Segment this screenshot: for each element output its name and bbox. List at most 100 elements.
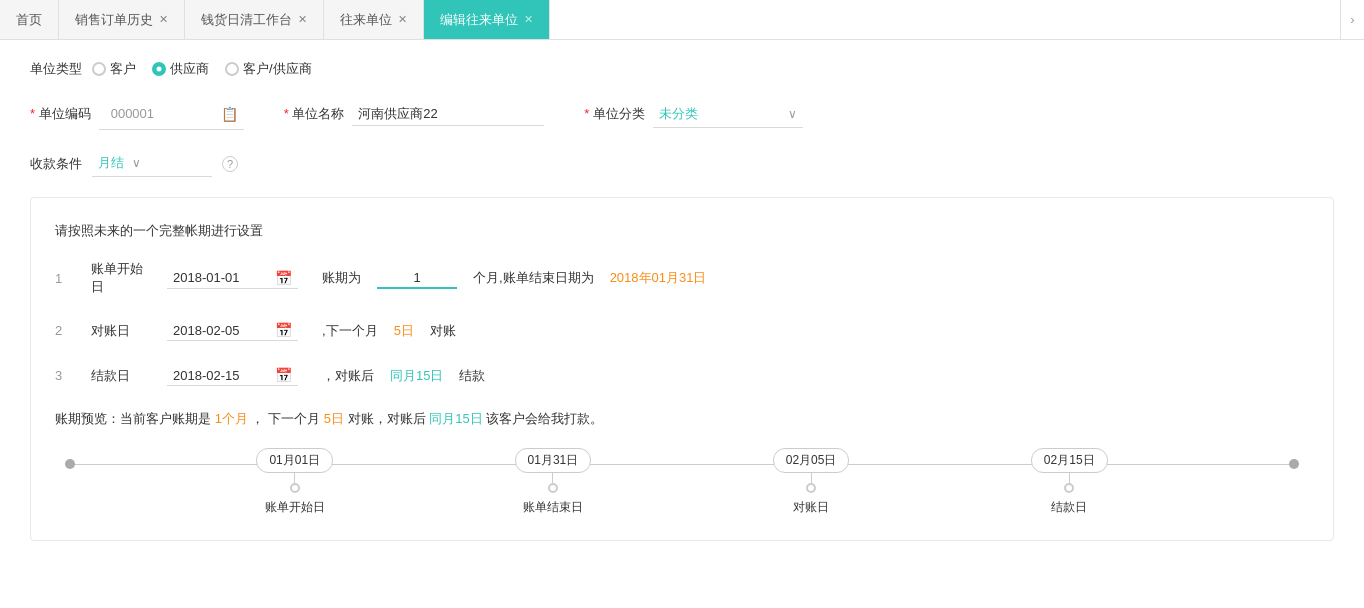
- tab-partner-label: 往来单位: [340, 11, 392, 29]
- timeline-points: 01月01日 账单开始日 01月31日 账单结束日 02月05日: [65, 448, 1299, 516]
- date-field-1[interactable]: [173, 270, 263, 285]
- row-num-2: 2: [55, 323, 75, 338]
- tab-cash-work[interactable]: 钱货日清工作台 ✕: [185, 0, 324, 39]
- row-num-3: 3: [55, 368, 75, 383]
- payment-terms-label: 收款条件: [30, 155, 82, 173]
- radio-both-label: 客户/供应商: [243, 60, 312, 78]
- preview-label: 账期预览：当前客户账期是: [55, 411, 211, 426]
- timeline-badge-2: 01月31日: [515, 448, 592, 473]
- period-unit-label: 个月,账单结束日期为: [473, 269, 594, 287]
- period-value-input[interactable]: [377, 268, 457, 289]
- tab-edit-partner[interactable]: 编辑往来单位 ✕: [424, 0, 550, 39]
- unit-code-label: 单位编码: [30, 105, 91, 123]
- radio-customer[interactable]: 客户: [92, 60, 136, 78]
- main-content: 单位类型 客户 供应商 客户/供应商 单位编码 📋 单位: [0, 40, 1364, 608]
- row-label-2: 对账日: [91, 322, 151, 340]
- timeline-label-2: 账单结束日: [523, 499, 583, 516]
- date-field-2[interactable]: [173, 323, 263, 338]
- timeline-start-dot: [65, 448, 75, 469]
- unit-name-label: 单位名称: [284, 105, 345, 123]
- radio-supplier-label: 供应商: [170, 60, 209, 78]
- unit-code-input-wrap: 📋: [99, 98, 244, 130]
- section-title: 请按照未来的一个完整帐期进行设置: [55, 222, 1309, 240]
- row-label-3: 结款日: [91, 367, 151, 385]
- unit-category-chevron-icon: ∨: [788, 107, 797, 121]
- timeline-badge-3: 02月05日: [773, 448, 850, 473]
- unit-code-icon[interactable]: 📋: [221, 106, 238, 122]
- unit-type-row: 单位类型 客户 供应商 客户/供应商: [30, 60, 1334, 78]
- unit-category-group: 单位分类 未分类 ∨: [584, 101, 803, 128]
- row-num-1: 1: [55, 271, 75, 286]
- preview-part3-highlight: 同月15日: [429, 411, 482, 426]
- payment-terms-help-icon[interactable]: ?: [222, 156, 238, 172]
- timeline-point-4: 02月15日 结款日: [1031, 448, 1108, 516]
- setting-row-3: 3 结款日 📅 ，对账后 同月15日 结款: [55, 365, 1309, 386]
- row2-suffix: ,下一个月: [322, 322, 378, 340]
- connector-4: [1069, 473, 1070, 483]
- timeline-container: 01月01日 账单开始日 01月31日 账单结束日 02月05日: [55, 448, 1309, 516]
- payment-terms-chevron-icon: ∨: [132, 156, 141, 170]
- timeline-label-4: 结款日: [1051, 499, 1087, 516]
- tab-sales-history-label: 销售订单历史: [75, 11, 153, 29]
- tab-sales-history-close[interactable]: ✕: [159, 13, 168, 26]
- tab-home[interactable]: 首页: [0, 0, 59, 39]
- unit-category-value: 未分类: [659, 105, 698, 123]
- row3-suffix: ，对账后: [322, 367, 374, 385]
- timeline-point-1: 01月01日 账单开始日: [256, 448, 333, 516]
- row2-highlight: 5日: [394, 322, 414, 340]
- date-input-2: 📅: [167, 320, 298, 341]
- timeline-label-1: 账单开始日: [265, 499, 325, 516]
- settings-section: 请按照未来的一个完整帐期进行设置 1 账单开始日 📅 账期为 个月,账单结束日期…: [30, 197, 1334, 541]
- tab-partner-close[interactable]: ✕: [398, 13, 407, 26]
- preview-part1: 1个月: [215, 411, 248, 426]
- calendar-icon-3[interactable]: 📅: [275, 367, 292, 383]
- unit-type-radio-group: 客户 供应商 客户/供应商: [92, 60, 312, 78]
- calendar-icon-1[interactable]: 📅: [275, 270, 292, 286]
- preview-part2-highlight: 5日: [324, 411, 344, 426]
- tab-more-arrow[interactable]: ›: [1340, 0, 1364, 39]
- preview-part3-end: 该客户会给我打款。: [486, 411, 603, 426]
- setting-row-1: 1 账单开始日 📅 账期为 个月,账单结束日期为 2018年01月31日: [55, 260, 1309, 296]
- radio-customer-circle: [92, 62, 106, 76]
- payment-terms-select[interactable]: 月结 ∨: [92, 150, 212, 177]
- date-field-3[interactable]: [173, 368, 263, 383]
- unit-category-label: 单位分类: [584, 105, 645, 123]
- connector-1: [294, 473, 295, 483]
- unit-name-input[interactable]: [358, 106, 538, 121]
- row3-highlight: 同月15日: [390, 367, 443, 385]
- tab-cash-work-close[interactable]: ✕: [298, 13, 307, 26]
- tabs-bar: 首页 销售订单历史 ✕ 钱货日清工作台 ✕ 往来单位 ✕ 编辑往来单位 ✕ ›: [0, 0, 1364, 40]
- unit-code-group: 单位编码 📋: [30, 98, 244, 130]
- timeline-end-dot: [1289, 448, 1299, 469]
- timeline-badge-4: 02月15日: [1031, 448, 1108, 473]
- start-dot: [65, 459, 75, 469]
- calendar-icon-2[interactable]: 📅: [275, 322, 292, 338]
- date-input-1: 📅: [167, 268, 298, 289]
- unit-code-input[interactable]: [105, 102, 215, 125]
- row2-end: 对账: [430, 322, 456, 340]
- dot-3: [806, 483, 816, 493]
- radio-supplier-circle: [152, 62, 166, 76]
- tab-sales-history[interactable]: 销售订单历史 ✕: [59, 0, 185, 39]
- date-input-3: 📅: [167, 365, 298, 386]
- payment-terms-row: 收款条件 月结 ∨ ?: [30, 150, 1334, 177]
- dot-1: [290, 483, 300, 493]
- unit-category-select[interactable]: 未分类 ∨: [653, 101, 803, 128]
- row3-end: 结款: [459, 367, 485, 385]
- tab-cash-work-label: 钱货日清工作台: [201, 11, 292, 29]
- chevron-right-icon: ›: [1350, 12, 1354, 27]
- tab-edit-partner-close[interactable]: ✕: [524, 13, 533, 26]
- preview-part2-pre: 下一个月: [268, 411, 320, 426]
- dot-4: [1064, 483, 1074, 493]
- period-suffix-label: 账期为: [322, 269, 361, 287]
- preview-part2-end: 对账，对账后: [348, 411, 430, 426]
- dot-2: [548, 483, 558, 493]
- end-dot: [1289, 459, 1299, 469]
- tab-partner[interactable]: 往来单位 ✕: [324, 0, 424, 39]
- timeline-label-3: 对账日: [793, 499, 829, 516]
- radio-both[interactable]: 客户/供应商: [225, 60, 312, 78]
- preview-sep1: ，: [251, 411, 264, 426]
- radio-supplier[interactable]: 供应商: [152, 60, 209, 78]
- timeline-point-2: 01月31日 账单结束日: [515, 448, 592, 516]
- unit-name-group: 单位名称: [284, 102, 545, 127]
